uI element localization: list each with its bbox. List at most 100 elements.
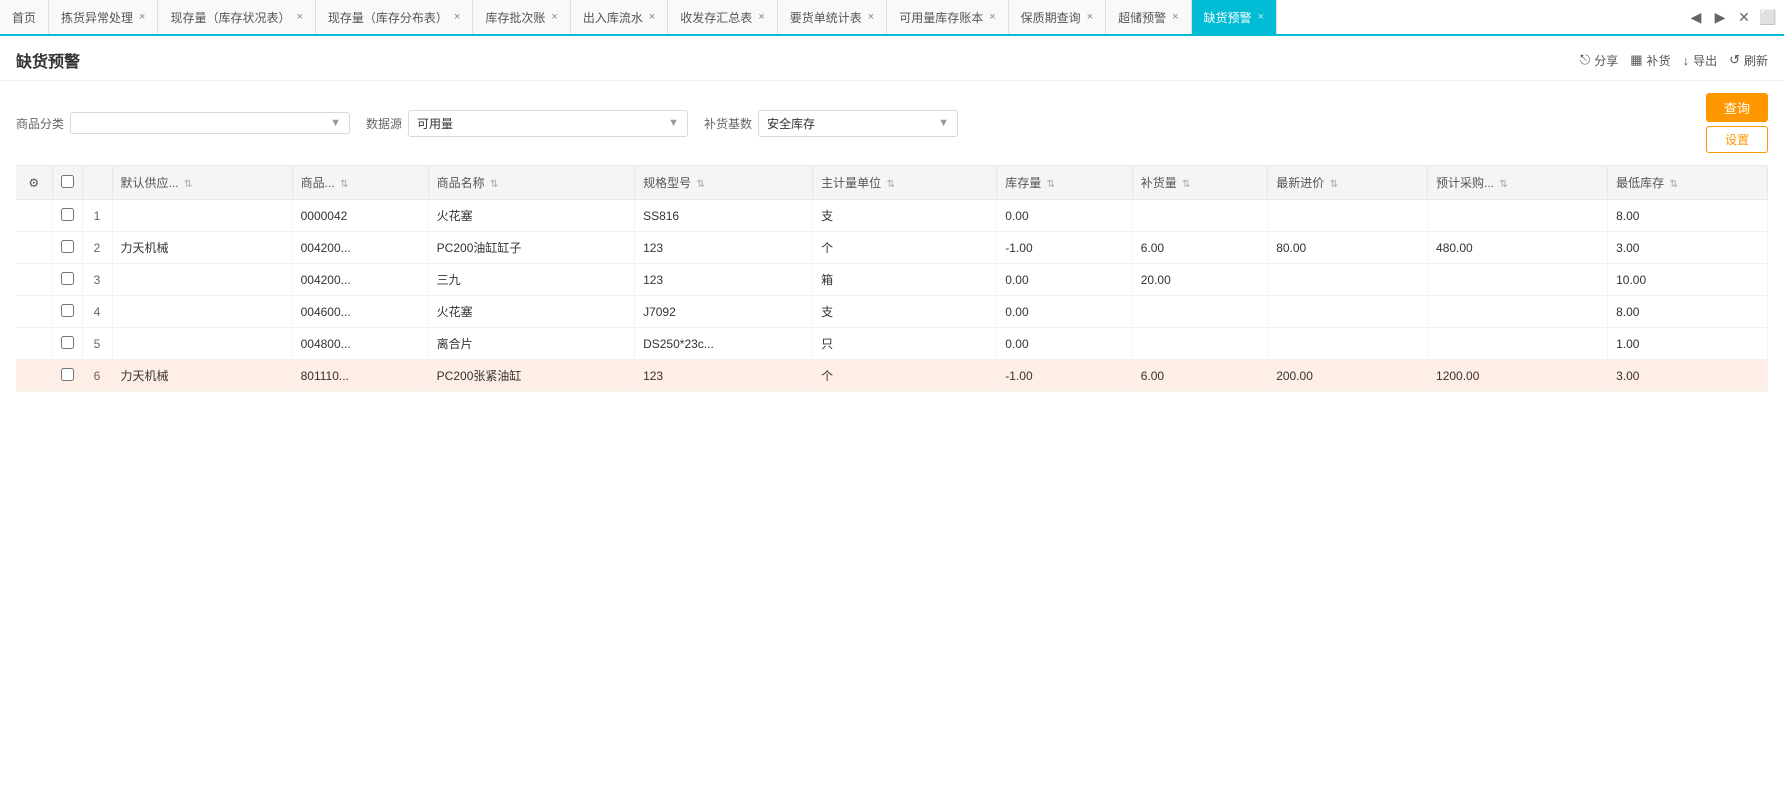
col-replenish-qty[interactable]: 补货量 ⇅: [1132, 166, 1267, 200]
tab-nav-next[interactable]: ▶: [1708, 5, 1732, 29]
tab-home[interactable]: 首页: [0, 0, 49, 35]
row-spec-model-1: 123: [635, 232, 813, 264]
table-row: 2 力天机械 004200... PC200油缸缸子 123 个 -1.00 6…: [16, 232, 1768, 264]
table-header-row: ⚙ 默认供应... ⇅ 商品... ⇅ 商品名称: [16, 166, 1768, 200]
export-button[interactable]: ↓ 导出: [1683, 52, 1718, 69]
row-checkbox-cell-0[interactable]: [52, 200, 82, 232]
tab-overstock-warning[interactable]: 超储预警 ×: [1106, 0, 1191, 35]
row-spec-model-2: 123: [635, 264, 813, 296]
sort-supplier-icon: ⇅: [184, 179, 192, 190]
gear-icon[interactable]: ⚙: [28, 176, 39, 190]
tab-in-out-flow[interactable]: 出入库流水 ×: [571, 0, 668, 35]
replenish-basis-select[interactable]: 安全库存 ▼: [758, 110, 958, 137]
col-checkbox-header[interactable]: [52, 166, 82, 200]
table-row: 4 004600... 火花塞 J7092 支 0.00 8.00: [16, 296, 1768, 328]
tab-nav-close-others[interactable]: ✕: [1732, 5, 1756, 29]
tab-close-overstock-warning[interactable]: ×: [1172, 11, 1178, 23]
row-checkbox-1[interactable]: [61, 240, 74, 253]
col-latest-price[interactable]: 最新进价 ⇅: [1268, 166, 1428, 200]
row-num-0: 1: [82, 200, 112, 232]
tab-close-in-out-flow[interactable]: ×: [649, 11, 655, 23]
row-replenish-qty-5: 6.00: [1132, 360, 1267, 392]
table-row: 5 004800... 离合片 DS250*23c... 只 0.00 1.00: [16, 328, 1768, 360]
replenish-button[interactable]: ▦ 补货: [1630, 52, 1670, 69]
sort-product-code-icon: ⇅: [340, 179, 348, 190]
replenish-basis-arrow-icon: ▼: [938, 117, 949, 129]
col-spec-model[interactable]: 规格型号 ⇅: [635, 166, 813, 200]
tab-close-stock-dist[interactable]: ×: [454, 11, 460, 23]
tab-stock-status[interactable]: 现存量（库存状况表） ×: [158, 0, 315, 35]
row-checkbox-5[interactable]: [61, 368, 74, 381]
row-checkbox-2[interactable]: [61, 272, 74, 285]
col-min-stock[interactable]: 最低库存 ⇅: [1608, 166, 1768, 200]
row-replenish-qty-2: 20.00: [1132, 264, 1267, 296]
col-unit[interactable]: 主计量单位 ⇅: [813, 166, 997, 200]
col-default-supplier[interactable]: 默认供应... ⇅: [112, 166, 292, 200]
replenish-basis-value: 安全库存: [767, 115, 815, 132]
row-checkbox-cell-4[interactable]: [52, 328, 82, 360]
row-replenish-qty-1: 6.00: [1132, 232, 1267, 264]
tab-batch-account[interactable]: 库存批次账 ×: [473, 0, 570, 35]
col-product-code[interactable]: 商品... ⇅: [292, 166, 428, 200]
row-latest-price-2: [1268, 264, 1428, 296]
settings-button[interactable]: 设置: [1706, 126, 1768, 153]
col-stock-qty[interactable]: 库存量 ⇅: [997, 166, 1132, 200]
row-min-stock-4: 1.00: [1608, 328, 1768, 360]
query-button[interactable]: 查询: [1706, 93, 1768, 122]
category-select[interactable]: ▼: [70, 112, 350, 134]
row-product-name-5: PC200张紧油缸: [428, 360, 634, 392]
tab-close-available-ledger[interactable]: ×: [989, 11, 995, 23]
tab-available-ledger[interactable]: 可用量库存账本 ×: [887, 0, 1008, 35]
row-product-name-0: 火花塞: [428, 200, 634, 232]
row-spec-model-0: SS816: [635, 200, 813, 232]
row-supplier-5: 力天机械: [112, 360, 292, 392]
row-num-3: 4: [82, 296, 112, 328]
refresh-icon: ↺: [1729, 52, 1740, 68]
row-checkbox-3[interactable]: [61, 304, 74, 317]
row-latest-price-3: [1268, 296, 1428, 328]
row-unit-2: 箱: [813, 264, 997, 296]
tab-nav-prev[interactable]: ◀: [1684, 5, 1708, 29]
row-checkbox-cell-1[interactable]: [52, 232, 82, 264]
tab-defect-handling[interactable]: 拣货异常处理 ×: [49, 0, 158, 35]
row-unit-0: 支: [813, 200, 997, 232]
tab-close-defect-handling[interactable]: ×: [139, 11, 145, 23]
row-checkbox-0[interactable]: [61, 208, 74, 221]
col-product-name[interactable]: 商品名称 ⇅: [428, 166, 634, 200]
row-num-1: 2: [82, 232, 112, 264]
tab-stock-dist[interactable]: 现存量（库存分布表） ×: [316, 0, 473, 35]
col-gear[interactable]: ⚙: [16, 166, 52, 200]
row-checkbox-cell-2[interactable]: [52, 264, 82, 296]
export-icon: ↓: [1683, 53, 1690, 68]
tab-close-shortage-warning[interactable]: ×: [1258, 11, 1264, 23]
row-product-code-0: 0000042: [292, 200, 428, 232]
row-num-2: 3: [82, 264, 112, 296]
row-spec-model-4: DS250*23c...: [635, 328, 813, 360]
tab-close-expiry-query[interactable]: ×: [1087, 11, 1093, 23]
row-checkbox-4[interactable]: [61, 336, 74, 349]
col-row-num: [82, 166, 112, 200]
col-est-purchase[interactable]: 预计采购... ⇅: [1428, 166, 1608, 200]
tab-close-batch-account[interactable]: ×: [551, 11, 557, 23]
select-all-checkbox[interactable]: [61, 175, 74, 188]
tab-demand-stats[interactable]: 要货单统计表 ×: [778, 0, 887, 35]
refresh-button[interactable]: ↺ 刷新: [1729, 52, 1768, 69]
row-gear-1: [16, 232, 52, 264]
tab-expiry-query[interactable]: 保质期查询 ×: [1009, 0, 1106, 35]
tab-receive-summary[interactable]: 收发存汇总表 ×: [668, 0, 777, 35]
tab-close-receive-summary[interactable]: ×: [758, 11, 764, 23]
tab-close-stock-status[interactable]: ×: [296, 11, 302, 23]
datasource-select[interactable]: 可用量 ▼: [408, 110, 688, 137]
share-button[interactable]: ⎋ 分享: [1580, 52, 1618, 69]
table-wrapper: ⚙ 默认供应... ⇅ 商品... ⇅ 商品名称: [0, 165, 1784, 392]
row-checkbox-cell-5[interactable]: [52, 360, 82, 392]
row-latest-price-0: [1268, 200, 1428, 232]
tab-close-demand-stats[interactable]: ×: [868, 11, 874, 23]
row-replenish-qty-0: [1132, 200, 1267, 232]
row-checkbox-cell-3[interactable]: [52, 296, 82, 328]
row-replenish-qty-3: [1132, 296, 1267, 328]
tab-shortage-warning[interactable]: 缺货预警 ×: [1192, 0, 1277, 35]
row-spec-model-5: 123: [635, 360, 813, 392]
header-actions: ⎋ 分享 ▦ 补货 ↓ 导出 ↺ 刷新: [1580, 52, 1768, 69]
tab-nav-maximize[interactable]: ⬜: [1756, 5, 1780, 29]
